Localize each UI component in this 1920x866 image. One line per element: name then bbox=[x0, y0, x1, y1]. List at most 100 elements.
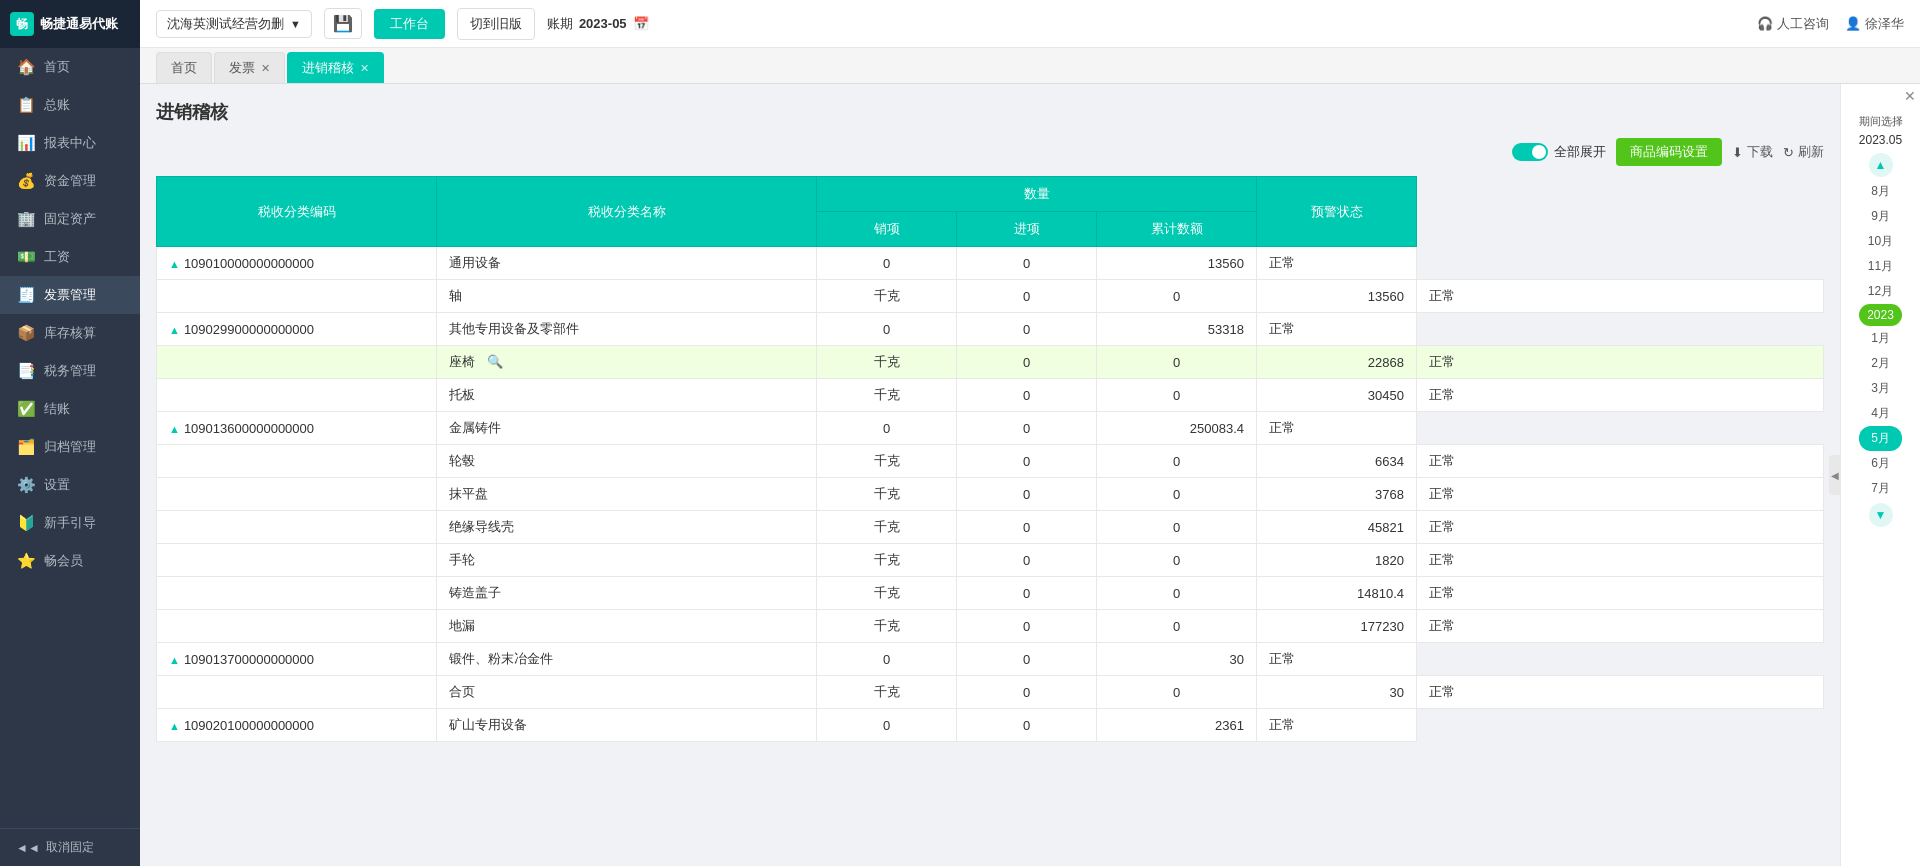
cell-purchase: 0 bbox=[1097, 445, 1257, 478]
user-menu[interactable]: 👤 徐泽华 bbox=[1845, 15, 1904, 33]
period-display: 账期 2023-05 📅 bbox=[547, 15, 649, 33]
th-tax-code: 税收分类编码 bbox=[157, 177, 437, 247]
toggle-track[interactable] bbox=[1512, 143, 1548, 161]
logo-icon: 畅 bbox=[10, 12, 34, 36]
cell-purchase: 0 bbox=[1097, 544, 1257, 577]
sidebar-item-guide[interactable]: 🔰 新手引导 bbox=[0, 504, 140, 542]
expand-icon[interactable]: ▲ bbox=[169, 720, 180, 732]
calendar-icon[interactable]: 📅 bbox=[633, 16, 649, 31]
month-item[interactable]: 11月 bbox=[1859, 254, 1902, 279]
table-row: ▲109010000000000000 通用设备 0 0 13560 正常 bbox=[157, 247, 1824, 280]
archive-icon: 🗂️ bbox=[16, 438, 36, 456]
close-reconcile-tab[interactable]: ✕ bbox=[360, 62, 369, 75]
cell-name: 座椅 🔍 bbox=[437, 346, 817, 379]
cell-name: 地漏 bbox=[437, 610, 817, 643]
th-quantity-group: 数量 bbox=[817, 177, 1257, 212]
cell-purchase: 0 bbox=[1097, 280, 1257, 313]
month-item[interactable]: 3月 bbox=[1859, 376, 1902, 401]
payroll-icon: 💵 bbox=[16, 248, 36, 266]
sidebar-item-close[interactable]: ✅ 结账 bbox=[0, 390, 140, 428]
chevron-down-icon: ▼ bbox=[290, 18, 301, 30]
sidebar-item-settings[interactable]: ⚙️ 设置 bbox=[0, 466, 140, 504]
cell-name: 通用设备 bbox=[437, 247, 817, 280]
data-table: 税收分类编码 税收分类名称 数量 预警状态 销项 进项 累计数额 ▲109010… bbox=[156, 176, 1824, 742]
cancel-fixed-btn[interactable]: ◄◄ 取消固定 bbox=[0, 828, 140, 866]
product-code-settings-btn[interactable]: 商品编码设置 bbox=[1616, 138, 1722, 166]
sidebar-item-archive[interactable]: 🗂️ 归档管理 bbox=[0, 428, 140, 466]
scroll-down-btn[interactable]: ▼ bbox=[1869, 503, 1893, 527]
download-icon: ⬇ bbox=[1732, 145, 1743, 160]
month-item[interactable]: 7月 bbox=[1859, 476, 1902, 501]
company-selector[interactable]: 沈海英测试经营勿删 ▼ bbox=[156, 10, 312, 38]
cell-status: 正常 bbox=[1417, 610, 1824, 643]
cell-code bbox=[157, 511, 437, 544]
switch-version-btn[interactable]: 切到旧版 bbox=[457, 8, 535, 40]
expand-icon[interactable]: ▲ bbox=[169, 423, 180, 435]
month-item[interactable]: 1月 bbox=[1859, 326, 1902, 351]
table-row: 轮毂 千克 0 0 6634 正常 bbox=[157, 445, 1824, 478]
sidebar-item-reports[interactable]: 📊 报表中心 bbox=[0, 124, 140, 162]
pin-icon: ◄◄ bbox=[16, 841, 40, 855]
cell-unit: 千克 bbox=[817, 544, 957, 577]
panel-close-btn[interactable]: ✕ bbox=[1904, 88, 1916, 104]
scroll-up-btn[interactable]: ▲ bbox=[1869, 153, 1893, 177]
sidebar-item-invoice[interactable]: 🧾 发票管理 bbox=[0, 276, 140, 314]
cell-name: 矿山专用设备 bbox=[437, 709, 817, 742]
tab-invoice[interactable]: 发票 ✕ bbox=[214, 52, 285, 83]
month-item[interactable]: 5月 bbox=[1859, 426, 1902, 451]
cell-total: 13560 bbox=[1257, 280, 1417, 313]
month-item[interactable]: 4月 bbox=[1859, 401, 1902, 426]
cell-sales: 0 bbox=[957, 511, 1097, 544]
tab-home[interactable]: 首页 bbox=[156, 52, 212, 83]
cell-sales: 0 bbox=[957, 445, 1097, 478]
cell-status: 正常 bbox=[1417, 544, 1824, 577]
cell-status: 正常 bbox=[1257, 247, 1417, 280]
cell-sales: 0 bbox=[957, 280, 1097, 313]
cell-unit: 千克 bbox=[817, 676, 957, 709]
sidebar-item-inventory[interactable]: 📦 库存核算 bbox=[0, 314, 140, 352]
sidebar-item-home[interactable]: 🏠 首页 bbox=[0, 48, 140, 86]
workspace-btn[interactable]: 工作台 bbox=[374, 9, 445, 39]
th-sales: 销项 bbox=[817, 212, 957, 247]
cell-status: 正常 bbox=[1417, 379, 1824, 412]
close-invoice-tab[interactable]: ✕ bbox=[261, 62, 270, 75]
table-row: ▲109013700000000000 锻件、粉末冶金件 0 0 30 正常 bbox=[157, 643, 1824, 676]
assets-icon: 🏢 bbox=[16, 210, 36, 228]
cell-sales: 0 bbox=[817, 709, 957, 742]
sidebar-item-tax[interactable]: 📑 税务管理 bbox=[0, 352, 140, 390]
month-item[interactable]: 8月 bbox=[1859, 179, 1902, 204]
sidebar-item-member[interactable]: ⭐ 畅会员 bbox=[0, 542, 140, 580]
expand-all-toggle[interactable]: 全部展开 bbox=[1512, 143, 1606, 161]
cell-status: 正常 bbox=[1417, 445, 1824, 478]
cell-code bbox=[157, 478, 437, 511]
refresh-btn[interactable]: ↻ 刷新 bbox=[1783, 143, 1824, 161]
sidebar-item-assets[interactable]: 🏢 固定资产 bbox=[0, 200, 140, 238]
expand-icon[interactable]: ▲ bbox=[169, 258, 180, 270]
cell-purchase: 0 bbox=[1097, 379, 1257, 412]
month-item[interactable]: 12月 bbox=[1859, 279, 1902, 304]
cell-sales: 0 bbox=[817, 643, 957, 676]
sidebar-item-funds[interactable]: 💰 资金管理 bbox=[0, 162, 140, 200]
sidebar-item-payroll[interactable]: 💵 工资 bbox=[0, 238, 140, 276]
tab-bar: 首页 发票 ✕ 进销稽核 ✕ bbox=[140, 48, 1920, 84]
sidebar-item-ledger[interactable]: 📋 总账 bbox=[0, 86, 140, 124]
month-item[interactable]: 10月 bbox=[1859, 229, 1902, 254]
month-item[interactable]: 2月 bbox=[1859, 351, 1902, 376]
service-btn[interactable]: 🎧 人工咨询 bbox=[1757, 15, 1829, 33]
year-marker[interactable]: 2023 bbox=[1859, 304, 1902, 326]
expand-icon[interactable]: ▲ bbox=[169, 654, 180, 666]
cell-status: 正常 bbox=[1257, 709, 1417, 742]
save-draft-btn[interactable]: 💾 bbox=[324, 8, 362, 39]
cell-purchase: 0 bbox=[957, 313, 1097, 346]
cell-total: 53318 bbox=[1097, 313, 1257, 346]
tab-reconcile[interactable]: 进销稽核 ✕ bbox=[287, 52, 384, 83]
search-icon[interactable]: 🔍 bbox=[487, 354, 503, 369]
cell-purchase: 0 bbox=[957, 709, 1097, 742]
cell-code: ▲109029900000000000 bbox=[157, 313, 437, 346]
month-item[interactable]: 6月 bbox=[1859, 451, 1902, 476]
download-btn[interactable]: ⬇ 下载 bbox=[1732, 143, 1773, 161]
month-item[interactable]: 9月 bbox=[1859, 204, 1902, 229]
expand-icon[interactable]: ▲ bbox=[169, 324, 180, 336]
panel-toggle-btn[interactable]: ◀ bbox=[1829, 455, 1841, 495]
cell-purchase: 0 bbox=[957, 412, 1097, 445]
